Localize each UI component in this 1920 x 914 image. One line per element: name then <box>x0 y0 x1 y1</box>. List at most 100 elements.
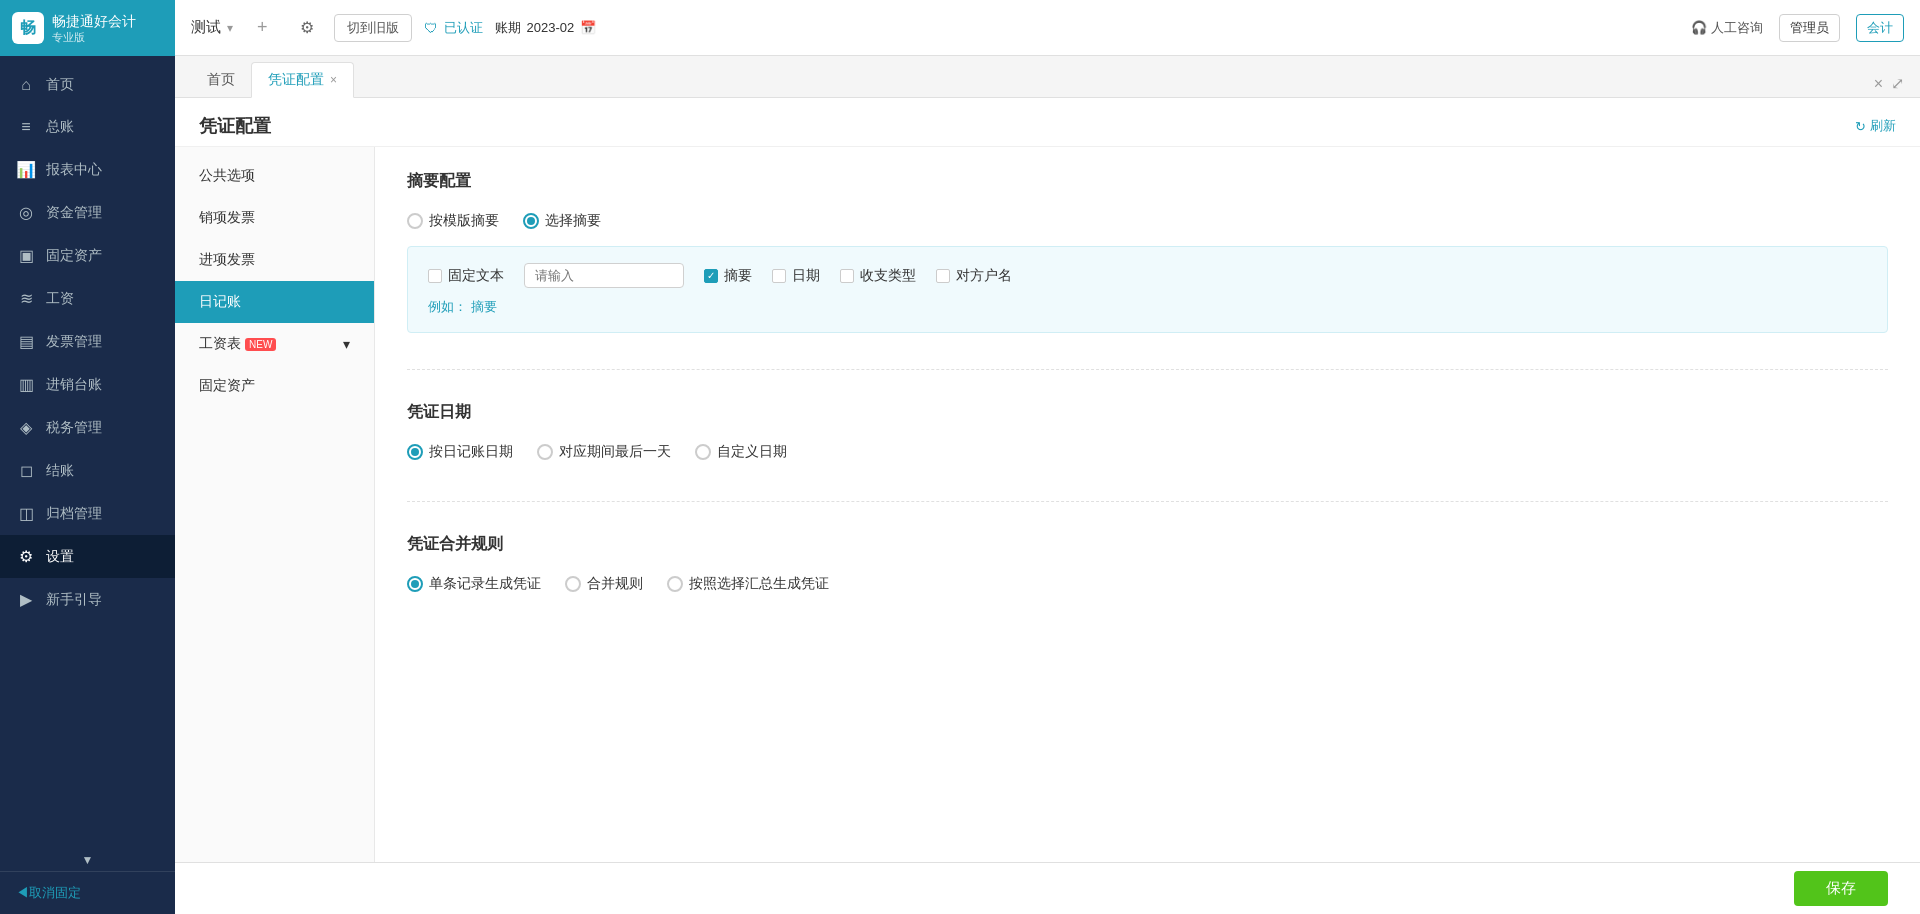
nav-payslip[interactable]: 工资表 NEW ▾ <box>175 323 374 365</box>
payslip-expand-icon: ▾ <box>343 336 350 352</box>
right-content: 摘要配置 按模版摘要 选择摘要 <box>375 147 1920 862</box>
topbar: 测试 ▾ + ⚙ 切到旧版 🛡 已认证 账期 2023-02 📅 🎧 人工咨询 <box>175 0 1920 56</box>
sidebar-item-guide[interactable]: ▶ 新手引导 <box>0 578 175 621</box>
fixed-text-input[interactable] <box>524 263 684 288</box>
nav-purchase[interactable]: 进项发票 <box>175 239 374 281</box>
home-icon: ⌂ <box>16 76 36 94</box>
topbar-settings-btn[interactable]: ⚙ <box>288 14 326 41</box>
summary-radio-group: 按模版摘要 选择摘要 <box>407 212 1888 230</box>
guide-icon: ▶ <box>16 590 36 609</box>
checkbox-income-type[interactable]: 收支类型 <box>840 267 916 285</box>
date-section: 凭证日期 按日记账日期 对应期间最后一天 <box>407 402 1888 502</box>
tax-icon: ◈ <box>16 418 36 437</box>
refresh-icon: ↻ <box>1855 119 1866 134</box>
date-radio-custom[interactable]: 自定义日期 <box>695 443 787 461</box>
merge-radio-single[interactable]: 单条记录生成凭证 <box>407 575 541 593</box>
tab-controls: × ⤢ <box>1874 74 1904 97</box>
date-title: 凭证日期 <box>407 402 1888 423</box>
sidebar-item-home[interactable]: ⌂ 首页 <box>0 64 175 106</box>
merge-radio-aggregate[interactable]: 按照选择汇总生成凭证 <box>667 575 829 593</box>
sidebar-item-payroll[interactable]: ≋ 工资 <box>0 277 175 320</box>
summary-checkbox: ✓ <box>704 269 718 283</box>
calendar-icon[interactable]: 📅 <box>580 20 596 35</box>
checkbox-counterpart[interactable]: 对方户名 <box>936 267 1012 285</box>
radio-aggregate-circle <box>667 576 683 592</box>
cancel-fixed-btn[interactable]: ◀取消固定 <box>0 871 175 914</box>
radio-template-circle <box>407 213 423 229</box>
summary-section: 摘要配置 按模版摘要 选择摘要 <box>407 171 1888 370</box>
summary-title: 摘要配置 <box>407 171 1888 192</box>
sidebar: 畅 畅捷通好会计 专业版 ⌂ 首页 ≡ 总账 📊 报表中心 ◎ 资金管理 <box>0 0 175 914</box>
user-btn[interactable]: 管理员 <box>1779 14 1840 42</box>
radio-period-last-circle <box>537 444 553 460</box>
date-radio-journal[interactable]: 按日记账日期 <box>407 443 513 461</box>
inner-layout: 公共选项 销项发票 进项发票 日记账 工资表 NEW ▾ <box>175 147 1920 862</box>
switch-version-btn[interactable]: 切到旧版 <box>334 14 412 42</box>
nav-sales[interactable]: 销项发票 <box>175 197 374 239</box>
logo-text: 畅捷通好会计 专业版 <box>52 12 136 44</box>
left-nav: 公共选项 销项发票 进项发票 日记账 工资表 NEW ▾ <box>175 147 375 862</box>
radio-rule-circle <box>565 576 581 592</box>
tabbar: 首页 凭证配置 × × ⤢ <box>175 56 1920 98</box>
radio-journal-circle <box>407 444 423 460</box>
summary-radio-template[interactable]: 按模版摘要 <box>407 212 499 230</box>
settings-icon: ⚙ <box>16 547 36 566</box>
sidebar-item-tax[interactable]: ◈ 税务管理 <box>0 406 175 449</box>
checkbox-fixed-text[interactable]: 固定文本 <box>428 267 504 285</box>
headset-icon: 🎧 <box>1691 20 1707 35</box>
page-title: 凭证配置 <box>199 114 271 138</box>
sidebar-item-capital[interactable]: ◎ 资金管理 <box>0 191 175 234</box>
tab-close-icon[interactable]: × <box>330 73 337 87</box>
sidebar-item-settings[interactable]: ⚙ 设置 <box>0 535 175 578</box>
company-selector[interactable]: 测试 ▾ <box>191 18 233 37</box>
date-checkbox <box>772 269 786 283</box>
sidebar-item-ledger[interactable]: ≡ 总账 <box>0 106 175 148</box>
date-radio-period-last[interactable]: 对应期间最后一天 <box>537 443 671 461</box>
nav-public[interactable]: 公共选项 <box>175 155 374 197</box>
report-icon: 📊 <box>16 160 36 179</box>
save-btn[interactable]: 保存 <box>1794 871 1888 906</box>
nav-fixed[interactable]: 固定资产 <box>175 365 374 407</box>
nav-journal[interactable]: 日记账 <box>175 281 374 323</box>
refresh-btn[interactable]: ↻ 刷新 <box>1855 117 1896 135</box>
closing-icon: ◻ <box>16 461 36 480</box>
shield-icon: 🛡 <box>424 20 438 36</box>
fullscreen-btn[interactable]: ⤢ <box>1891 74 1904 93</box>
sidebar-item-archive[interactable]: ◫ 归档管理 <box>0 492 175 535</box>
sidebar-logo: 畅 畅捷通好会计 专业版 <box>0 0 175 56</box>
add-company-btn[interactable]: + <box>245 13 280 42</box>
checkbox-date[interactable]: 日期 <box>772 267 820 285</box>
checkbox-summary[interactable]: ✓ 摘要 <box>704 267 752 285</box>
merge-radio-rule[interactable]: 合并规则 <box>565 575 643 593</box>
merge-section: 凭证合并规则 单条记录生成凭证 合并规则 <box>407 534 1888 633</box>
sidebar-scroll-down[interactable]: ▼ <box>0 849 175 871</box>
sidebar-item-report[interactable]: 📊 报表中心 <box>0 148 175 191</box>
bottom-bar: 保存 <box>175 862 1920 914</box>
sidebar-item-invoice[interactable]: ▤ 发票管理 <box>0 320 175 363</box>
main-area: 测试 ▾ + ⚙ 切到旧版 🛡 已认证 账期 2023-02 📅 🎧 人工咨询 <box>175 0 1920 914</box>
topbar-right: 🎧 人工咨询 管理员 会计 <box>1691 14 1904 42</box>
summary-radio-select[interactable]: 选择摘要 <box>523 212 601 230</box>
company-name: 测试 <box>191 18 221 37</box>
radio-select-circle <box>523 213 539 229</box>
fixed-text-checkbox <box>428 269 442 283</box>
sidebar-item-trade[interactable]: ▥ 进销台账 <box>0 363 175 406</box>
income-type-checkbox <box>840 269 854 283</box>
radio-custom-circle <box>695 444 711 460</box>
logo-icon: 畅 <box>12 12 44 44</box>
sidebar-item-closing[interactable]: ◻ 结账 <box>0 449 175 492</box>
certified-status: 🛡 已认证 <box>424 19 483 37</box>
role-btn[interactable]: 会计 <box>1856 14 1904 42</box>
merge-title: 凭证合并规则 <box>407 534 1888 555</box>
summary-config-box: 固定文本 ✓ 摘要 日期 <box>407 246 1888 333</box>
capital-icon: ◎ <box>16 203 36 222</box>
counterpart-checkbox <box>936 269 950 283</box>
tab-voucher-config[interactable]: 凭证配置 × <box>251 62 354 98</box>
payroll-icon: ≋ <box>16 289 36 308</box>
sidebar-item-asset[interactable]: ▣ 固定资产 <box>0 234 175 277</box>
tab-home[interactable]: 首页 <box>191 63 251 97</box>
invoice-icon: ▤ <box>16 332 36 351</box>
example-text: 例如： 摘要 <box>428 298 1867 316</box>
close-all-btn[interactable]: × <box>1874 75 1883 93</box>
consultant-btn[interactable]: 🎧 人工咨询 <box>1691 19 1763 37</box>
